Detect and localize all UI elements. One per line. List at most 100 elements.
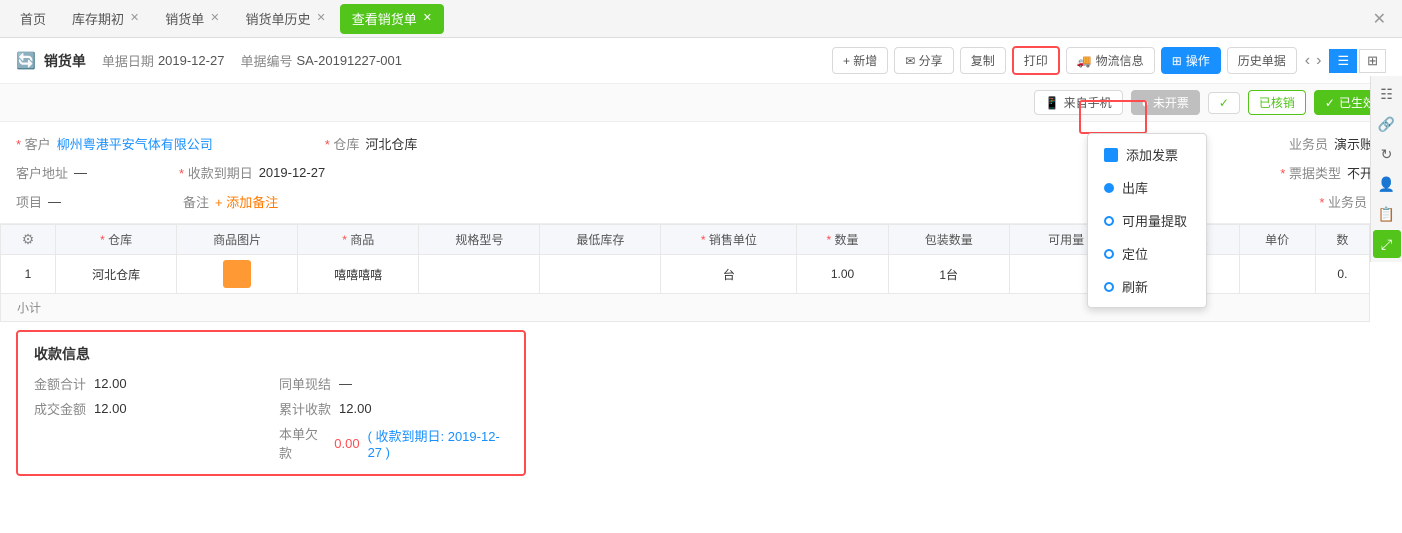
th-warehouse: * 仓库 [56,225,177,255]
address-field: 客户地址 — [16,163,87,182]
logistics-button[interactable]: 🚚 物流信息 [1066,47,1155,74]
customer-value[interactable]: 柳州粤港平安气体有限公司 [57,134,213,153]
sidebar-icon-5[interactable]: 📋 [1373,200,1401,228]
doc-number-label: 单据编号 [240,51,292,70]
refresh-icon [1104,282,1114,292]
tab-inventory-init[interactable]: 库存期初 ✕ [60,4,151,34]
payment-date-value: 2019-12-27 [259,165,326,180]
sidebar-icon-2[interactable]: 🔗 [1373,110,1401,138]
outbound-label: 出库 [1122,178,1148,197]
customer-label: 客户 [16,134,51,153]
cell-pack-qty: 1台 [888,255,1009,294]
tab-sales-order-label: 销货单 [165,9,204,28]
note-label: 备注 [183,192,209,211]
refresh-item[interactable]: 刷新 [1088,270,1206,303]
not-open-ticket-button[interactable]: ● 未开票 [1131,90,1200,115]
staff-label: 业务员 [1289,134,1328,153]
cell-min-stock [540,255,661,294]
effective-icon: ✓ [1325,96,1335,110]
copy-button[interactable]: 复制 [960,47,1006,74]
due-date-text[interactable]: ( 收款到期日: 2019-12-27 ) [368,426,508,460]
confirm-icon: ✓ [1219,96,1229,110]
tab-home[interactable]: 首页 [8,4,58,34]
logistics-icon: 🚚 [1077,54,1092,68]
project-field: 项目 — [16,192,61,211]
deal-amount-item: 成交金额 12.00 [34,399,263,418]
operations-dropdown: 添加发票 出库 可用量提取 定位 刷新 [1087,133,1207,308]
tab-sales-order-close[interactable]: ✕ [210,13,219,24]
this-order-due-item: 本单欠款 0.00 ( 收款到期日: 2019-12-27 ) [279,424,508,462]
operations-button[interactable]: ⊞ 操作 [1161,47,1221,74]
address-value: — [74,165,87,180]
th-gear[interactable]: ⚙ [1,225,56,255]
share-button[interactable]: ✉ 分享 [894,47,953,74]
confirm-button[interactable]: ✓ [1208,92,1240,114]
payment-date-label: 收款到期日 [179,163,253,182]
confirmed-label[interactable]: 已核销 [1248,90,1306,115]
next-arrow[interactable]: › [1314,52,1323,70]
locate-icon [1104,249,1114,259]
cell-spec [419,255,540,294]
cumulative-label: 累计收款 [279,399,331,418]
total-amount-label: 金额合计 [34,374,86,393]
outbound-icon [1104,183,1114,193]
this-order-due-value: 0.00 [334,436,359,451]
cell-qty: 1.00 [797,255,888,294]
sidebar-icon-3[interactable]: ↻ [1373,140,1401,168]
sidebar-icon-4[interactable]: 👤 [1373,170,1401,198]
operations-icon: ⊞ [1172,54,1182,68]
toolbar: + 新增 ✉ 分享 复制 打印 🚚 物流信息 ⊞ 操作 历史单据 ‹ › ☰ ⊞ [832,46,1386,75]
add-invoice-item[interactable]: 添加发票 [1088,138,1206,171]
tab-sales-history[interactable]: 销货单历史 ✕ [233,4,337,34]
customer-field: 客户 柳州粤港平安气体有限公司 [16,134,213,153]
tab-sales-history-close[interactable]: ✕ [317,13,326,24]
doc-header: 🔄 销货单 单据日期 2019-12-27 单据编号 SA-20191227-0… [0,38,1402,84]
ticket-type-label: 票据类型 [1280,163,1341,182]
view-list-button[interactable]: ☰ [1329,49,1357,73]
address-label: 客户地址 [16,163,68,182]
tab-view-sales-close[interactable]: ✕ [423,13,432,24]
print-button[interactable]: 打印 [1012,46,1060,75]
cell-no: 1 [1,255,56,294]
prev-arrow[interactable]: ‹ [1303,52,1312,70]
phone-icon: 📱 [1045,96,1060,110]
tab-view-sales[interactable]: 查看销货单 ✕ [340,4,444,34]
note-field: 备注 添加备注 [183,192,278,211]
from-phone-button[interactable]: 📱 来自手机 [1034,90,1123,115]
logistics-label: 物流信息 [1096,52,1144,69]
history-button[interactable]: 历史单据 [1227,47,1297,74]
doc-number-value: SA-20191227-001 [296,53,402,68]
th-qty: * 数量 [797,225,888,255]
same-order-label: 同单现结 [279,374,331,393]
add-note-button[interactable]: 添加备注 [215,192,278,211]
doc-title-area: 🔄 销货单 [16,51,86,71]
not-open-icon: ● [1142,96,1149,110]
total-amount-value: 12.00 [94,376,127,391]
tab-sales-order[interactable]: 销货单 ✕ [153,4,231,34]
available-qty-item[interactable]: 可用量提取 [1088,204,1206,237]
sidebar-icon-6[interactable]: ⤢ [1373,230,1401,258]
add-button[interactable]: + 新增 [832,47,888,74]
main-content: 🔄 销货单 单据日期 2019-12-27 单据编号 SA-20191227-0… [0,38,1402,533]
sidebar-icon-1[interactable]: ☷ [1373,80,1401,108]
th-unit-price: 单价 [1239,225,1315,255]
outbound-item[interactable]: 出库 [1088,171,1206,204]
cell-product: 嘻嘻嘻嘻 [298,255,419,294]
doc-meta: 单据日期 2019-12-27 单据编号 SA-20191227-001 [102,51,402,70]
warehouse-field: 仓库 河北仓库 [325,134,418,153]
doc-icon: 🔄 [16,51,36,71]
view-grid-button[interactable]: ⊞ [1359,49,1386,73]
doc-number-field: 单据编号 SA-20191227-001 [240,51,402,70]
th-product-img: 商品图片 [177,225,298,255]
th-pack-qty: 包装数量 [888,225,1009,255]
tab-bar: 首页 库存期初 ✕ 销货单 ✕ 销货单历史 ✕ 查看销货单 ✕ ✕ [0,0,1402,38]
cumulative-item: 累计收款 12.00 [279,399,508,418]
tab-view-sales-label: 查看销货单 [352,9,417,28]
th-product: * 商品 [298,225,419,255]
doc-title: 销货单 [44,51,86,71]
window-close-button[interactable]: ✕ [1365,9,1394,29]
tab-inventory-close[interactable]: ✕ [130,13,139,24]
view-toggle: ☰ ⊞ [1329,49,1386,73]
add-invoice-icon [1104,148,1118,162]
locate-item[interactable]: 定位 [1088,237,1206,270]
